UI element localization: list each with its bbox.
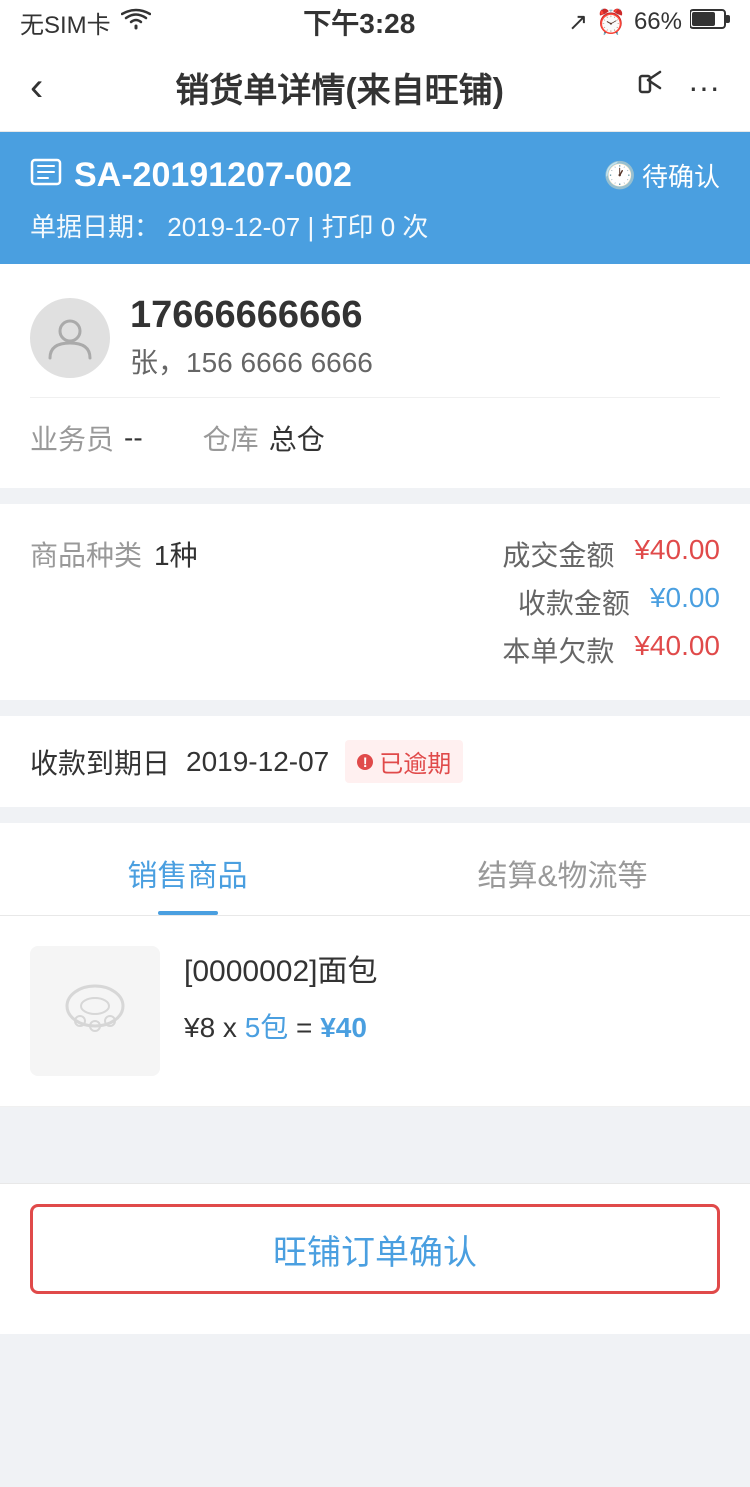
received-label: 收款金额	[518, 582, 630, 622]
price-text: ¥8 x	[184, 1012, 245, 1043]
sales-label: 业务员	[30, 418, 114, 458]
summary-left: 商品种类 1种	[30, 534, 198, 574]
order-date: 单据日期： 2019-12-07 | 打印 0 次	[30, 207, 720, 244]
customer-meta: 业务员 -- 仓库 总仓	[30, 397, 720, 458]
overdue-icon: !	[357, 754, 373, 770]
tabs-container: 销售商品 结算&物流等	[0, 823, 750, 916]
share-button[interactable]	[636, 68, 668, 108]
amount-value: ¥40.00	[634, 534, 720, 574]
back-button[interactable]: ‹	[30, 65, 43, 110]
sales-item: 业务员 --	[30, 418, 143, 458]
owed-label: 本单欠款	[502, 630, 614, 670]
due-date-label: 收款到期日	[30, 742, 170, 782]
alarm-icon: ⏰	[596, 8, 626, 37]
status-bar: 无SIM卡 下午3:28 ↗ ⏰ 66%	[0, 0, 750, 44]
status-left: 无SIM卡	[20, 5, 151, 40]
received-row: 收款金额 ¥0.00	[518, 582, 720, 622]
page-title: 销货单详情(来自旺铺)	[175, 63, 504, 112]
confirm-order-button[interactable]: 旺铺订单确认	[30, 1204, 720, 1294]
avatar	[30, 298, 110, 378]
quantity-text: 5包	[245, 1012, 289, 1043]
product-price-row: ¥8 x 5包 = ¥40	[184, 1006, 720, 1046]
order-status: 🕐 待确认	[604, 157, 720, 194]
order-id: SA-20191207-002	[30, 156, 352, 195]
bottom-bar: 旺铺订单确认	[0, 1183, 750, 1334]
sales-value: --	[124, 422, 143, 454]
nav-bar: ‹ 销货单详情(来自旺铺) ···	[0, 44, 750, 132]
product-info: [0000002]面包 ¥8 x 5包 = ¥40	[184, 946, 720, 1076]
received-value: ¥0.00	[650, 582, 720, 622]
summary-right: 成交金额 ¥40.00 收款金额 ¥0.00 本单欠款 ¥40.00	[502, 534, 720, 670]
total-text: ¥40	[320, 1012, 367, 1043]
wifi-icon	[121, 8, 151, 37]
summary-card: 商品种类 1种 成交金额 ¥40.00 收款金额 ¥0.00 本单欠款 ¥40.…	[0, 504, 750, 700]
order-icon	[30, 156, 62, 195]
tab-sales-products[interactable]: 销售商品	[0, 823, 375, 915]
equals-text: =	[288, 1012, 320, 1043]
bottom-spacer	[0, 1307, 750, 1487]
overdue-badge: ! 已逾期	[345, 740, 463, 783]
customer-phone: 17666666666	[130, 294, 373, 337]
more-button[interactable]: ···	[688, 69, 720, 106]
tabs: 销售商品 结算&物流等	[0, 823, 750, 916]
location-icon: ↗	[568, 8, 588, 37]
table-row: [0000002]面包 ¥8 x 5包 = ¥40	[0, 916, 750, 1107]
battery-icon	[690, 8, 730, 37]
product-type-value: 1种	[154, 534, 198, 574]
amount-label: 成交金额	[502, 534, 614, 574]
customer-name: 张，156 6666 6666	[130, 341, 373, 381]
owed-row: 本单欠款 ¥40.00	[502, 630, 720, 670]
order-header: SA-20191207-002 🕐 待确认 单据日期： 2019-12-07 |…	[0, 132, 750, 264]
warehouse-label: 仓库	[203, 418, 259, 458]
status-time: 下午3:28	[303, 2, 415, 42]
overdue-text: 已逾期	[379, 744, 451, 779]
customer-card: 17666666666 张，156 6666 6666 业务员 -- 仓库 总仓	[0, 264, 750, 488]
warehouse-item: 仓库 总仓	[203, 418, 325, 458]
status-right: ↗ ⏰ 66%	[568, 8, 730, 37]
status-clock-icon: 🕐	[604, 160, 636, 191]
product-name: [0000002]面包	[184, 946, 720, 990]
warehouse-value: 总仓	[269, 418, 325, 458]
product-type-label: 商品种类	[30, 534, 142, 574]
due-date-card: 收款到期日 2019-12-07 ! 已逾期	[0, 716, 750, 807]
owed-value: ¥40.00	[634, 630, 720, 670]
amount-row: 成交金额 ¥40.00	[502, 534, 720, 574]
tab-settlement[interactable]: 结算&物流等	[375, 823, 750, 915]
carrier-label: 无SIM卡	[20, 5, 111, 40]
battery-label: 66%	[634, 8, 682, 36]
product-image	[30, 946, 160, 1076]
due-date-value: 2019-12-07	[186, 746, 329, 778]
nav-left: ‹	[30, 65, 43, 110]
product-list: [0000002]面包 ¥8 x 5包 = ¥40	[0, 916, 750, 1107]
nav-right: ···	[636, 68, 720, 108]
